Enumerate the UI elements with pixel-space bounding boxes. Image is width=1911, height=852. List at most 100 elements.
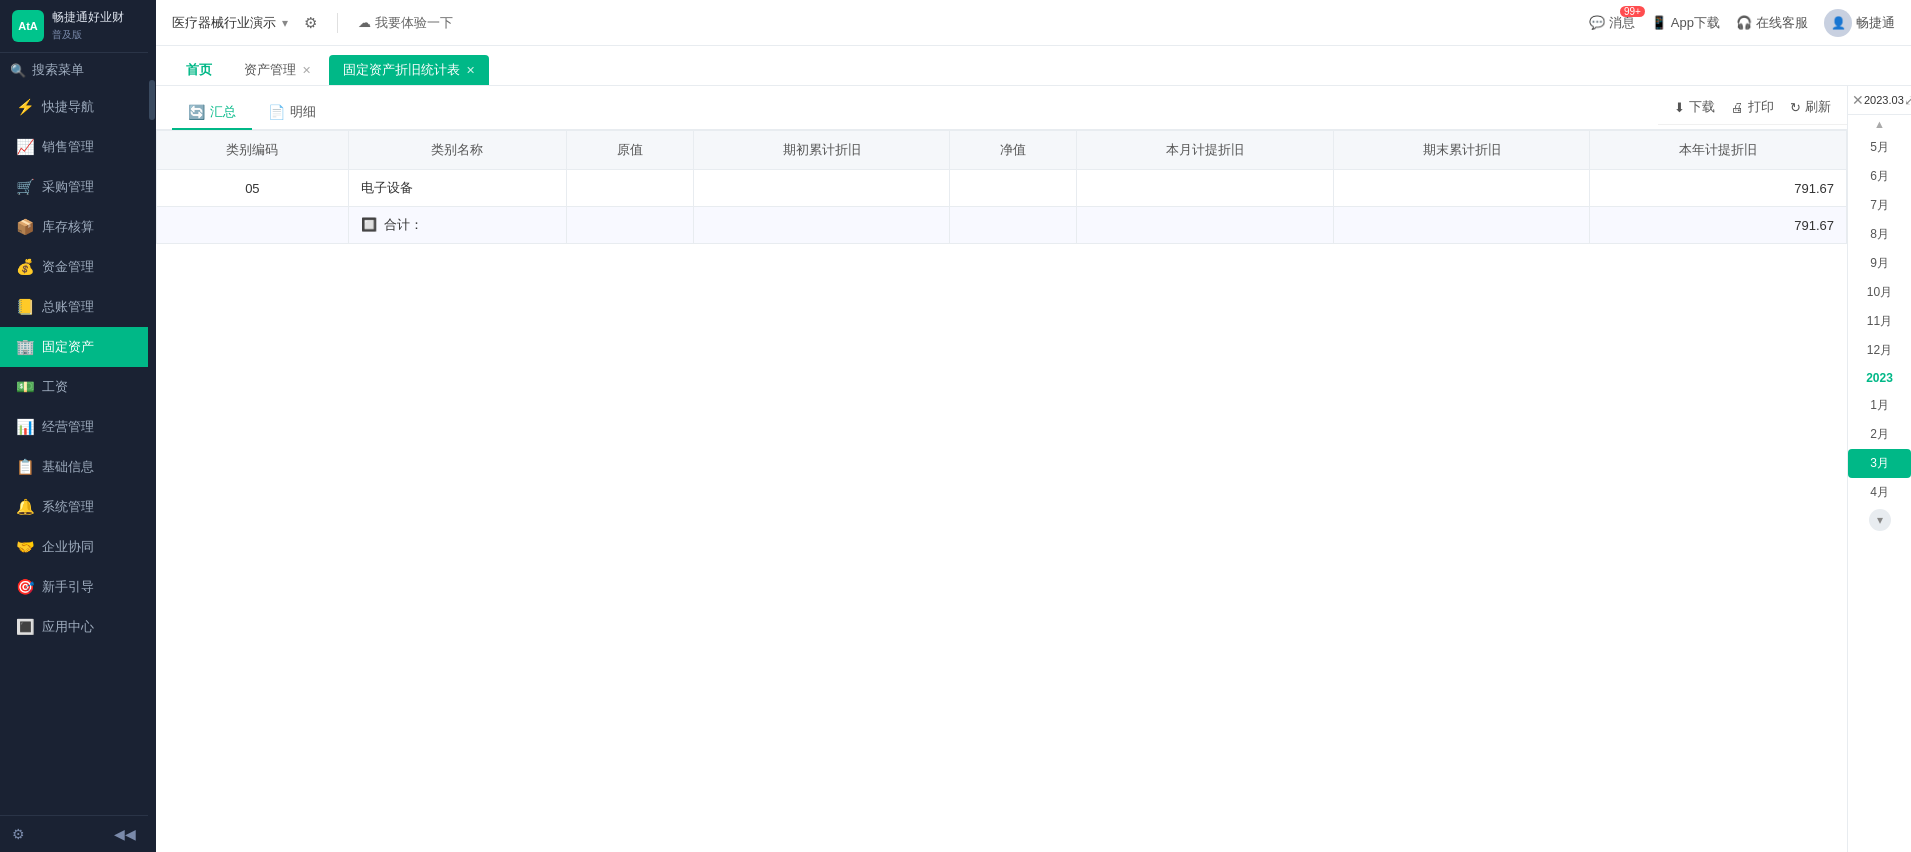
main-area: 医疗器械行业演示 ▾ ⚙ ☁ 我要体验一下 💬 消息 99+ 📱 App下载 🎧… <box>156 0 1911 852</box>
month-item-1[interactable]: 1月 <box>1848 391 1911 420</box>
sidebar-item-label: 固定资产 <box>42 338 94 356</box>
page-content: 🔄 汇总 📄 明细 ⬇ 下载 🖨 打印 <box>156 86 1847 852</box>
user-menu[interactable]: 👤 畅捷通 <box>1824 9 1895 37</box>
funds-icon: 💰 <box>16 258 34 276</box>
scroll-up-button[interactable]: ▲ <box>1848 115 1911 133</box>
table-container: 类别编码 类别名称 原值 期初累计折旧 净值 本月计提折旧 期末累计折旧 本年计… <box>156 130 1847 852</box>
basic-info-icon: 📋 <box>16 458 34 476</box>
refresh-icon: ↻ <box>1790 100 1801 115</box>
detail-label: 明细 <box>290 103 316 121</box>
customer-service-button[interactable]: 🎧 在线客服 <box>1736 14 1808 32</box>
depreciation-tab-label: 固定资产折旧统计表 <box>343 61 460 79</box>
sidebar-item-app-center[interactable]: 🔳 应用中心 <box>0 607 148 647</box>
month-item-2[interactable]: 2月 <box>1848 420 1911 449</box>
total-label: 🔲 合计： <box>348 207 566 244</box>
month-item-5[interactable]: 5月 <box>1848 133 1911 162</box>
sidebar-item-label: 经营管理 <box>42 418 94 436</box>
sidebar-item-sales[interactable]: 📈 销售管理 <box>0 127 148 167</box>
sidebar-header: AtA 畅捷通好业财 普及版 <box>0 0 148 53</box>
date-panel-scroll[interactable]: ▲ 5月 6月 7月 8月 9月 10月 11月 12月 2023 1月 2月 … <box>1848 115 1911 852</box>
date-panel-expand-button[interactable]: ⤢ <box>1904 92 1911 108</box>
scroll-down-circle[interactable]: ▾ <box>1869 509 1891 531</box>
year-2023-label: 2023 <box>1848 365 1911 391</box>
tab-asset-mgmt[interactable]: 资产管理 ✕ <box>230 55 325 85</box>
sidebar-item-label: 总账管理 <box>42 298 94 316</box>
sidebar-footer: ⚙ ◀◀ <box>0 815 148 852</box>
download-icon: ⬇ <box>1674 100 1685 115</box>
cell-code: 05 <box>157 170 349 207</box>
topbar-divider <box>337 13 338 33</box>
sidebar-item-quick-nav[interactable]: ⚡ 快捷导航 <box>0 87 148 127</box>
summary-label: 汇总 <box>210 103 236 121</box>
sidebar-item-system[interactable]: 🔔 系统管理 <box>0 487 148 527</box>
month-item-11[interactable]: 11月 <box>1848 307 1911 336</box>
total-monthly-depreciation <box>1077 207 1334 244</box>
sub-tab-summary[interactable]: 🔄 汇总 <box>172 96 252 130</box>
tab-home[interactable]: 首页 <box>172 55 226 85</box>
date-panel-header: ✕ 2023.03 ⤢ <box>1848 86 1911 115</box>
sidebar-item-enterprise[interactable]: 🤝 企业协同 <box>0 527 148 567</box>
tab-depreciation[interactable]: 固定资产折旧统计表 ✕ <box>329 55 489 85</box>
company-dropdown-icon: ▾ <box>282 16 288 30</box>
sub-tab-detail[interactable]: 📄 明细 <box>252 96 332 130</box>
cell-init-depreciation <box>693 170 950 207</box>
app-center-icon: 🔳 <box>16 618 34 636</box>
refresh-button[interactable]: ↻ 刷新 <box>1790 98 1831 116</box>
month-item-9[interactable]: 9月 <box>1848 249 1911 278</box>
sidebar-item-inventory[interactable]: 📦 库存核算 <box>0 207 148 247</box>
app-edition: 普及版 <box>52 28 124 42</box>
print-button[interactable]: 🖨 打印 <box>1731 98 1774 116</box>
collapse-sidebar-button[interactable]: ◀◀ <box>114 826 136 842</box>
sidebar-item-funds[interactable]: 💰 资金管理 <box>0 247 148 287</box>
sidebar: AtA 畅捷通好业财 普及版 🔍 搜索菜单 ⚡ 快捷导航 📈 销售管理 🛒 采购… <box>0 0 148 852</box>
cell-net-value <box>950 170 1077 207</box>
messages-button[interactable]: 💬 消息 99+ <box>1589 14 1635 32</box>
cell-annual-depreciation: 791.67 <box>1590 170 1847 207</box>
topbar-settings-icon[interactable]: ⚙ <box>304 14 317 32</box>
month-item-3-active[interactable]: 3月 <box>1848 449 1911 478</box>
total-end-depreciation <box>1333 207 1590 244</box>
sidebar-item-purchase[interactable]: 🛒 采购管理 <box>0 167 148 207</box>
month-item-12[interactable]: 12月 <box>1848 336 1911 365</box>
operations-icon: 📊 <box>16 418 34 436</box>
search-menu[interactable]: 🔍 搜索菜单 <box>0 53 148 87</box>
sidebar-item-basic-info[interactable]: 📋 基础信息 <box>0 447 148 487</box>
sidebar-item-guide[interactable]: 🎯 新手引导 <box>0 567 148 607</box>
month-item-4[interactable]: 4月 <box>1848 478 1911 507</box>
asset-mgmt-tab-label: 资产管理 <box>244 61 296 79</box>
cell-original <box>566 170 693 207</box>
sidebar-nav: ⚡ 快捷导航 📈 销售管理 🛒 采购管理 📦 库存核算 💰 资金管理 📒 总账管… <box>0 87 148 815</box>
download-button[interactable]: ⬇ 下载 <box>1674 98 1715 116</box>
payroll-icon: 💵 <box>16 378 34 396</box>
sidebar-item-ledger[interactable]: 📒 总账管理 <box>0 287 148 327</box>
experience-button[interactable]: ☁ 我要体验一下 <box>358 14 453 32</box>
sidebar-item-label: 基础信息 <box>42 458 94 476</box>
cell-end-depreciation <box>1333 170 1590 207</box>
tabs-bar: 首页 资产管理 ✕ 固定资产折旧统计表 ✕ <box>156 46 1911 86</box>
month-item-10[interactable]: 10月 <box>1848 278 1911 307</box>
sidebar-item-label: 应用中心 <box>42 618 94 636</box>
user-avatar: 👤 <box>1824 9 1852 37</box>
app-download-button[interactable]: 📱 App下载 <box>1651 14 1720 32</box>
month-item-6[interactable]: 6月 <box>1848 162 1911 191</box>
sidebar-item-operations[interactable]: 📊 经营管理 <box>0 407 148 447</box>
print-icon: 🖨 <box>1731 100 1744 115</box>
fixed-assets-icon: 🏢 <box>16 338 34 356</box>
sidebar-item-fixed-assets[interactable]: 🏢 固定资产 <box>0 327 148 367</box>
table-total-row: 🔲 合计： 791.67 <box>157 207 1847 244</box>
close-asset-mgmt-tab[interactable]: ✕ <box>302 64 311 77</box>
table-header-row: 类别编码 类别名称 原值 期初累计折旧 净值 本月计提折旧 期末累计折旧 本年计… <box>157 131 1847 170</box>
messages-badge: 99+ <box>1620 6 1645 17</box>
company-selector[interactable]: 医疗器械行业演示 ▾ <box>172 14 288 32</box>
summary-icon: 🔄 <box>188 104 205 120</box>
sidebar-item-payroll[interactable]: 💵 工资 <box>0 367 148 407</box>
col-init-depreciation: 期初累计折旧 <box>693 131 950 170</box>
month-item-7[interactable]: 7月 <box>1848 191 1911 220</box>
toolbar: ⬇ 下载 🖨 打印 ↻ 刷新 <box>1658 90 1847 125</box>
system-icon: 🔔 <box>16 498 34 516</box>
date-panel-close-button[interactable]: ✕ <box>1852 92 1864 108</box>
month-item-8[interactable]: 8月 <box>1848 220 1911 249</box>
close-depreciation-tab[interactable]: ✕ <box>466 64 475 77</box>
settings-footer-button[interactable]: ⚙ <box>12 826 25 842</box>
experience-icon: ☁ <box>358 15 371 30</box>
